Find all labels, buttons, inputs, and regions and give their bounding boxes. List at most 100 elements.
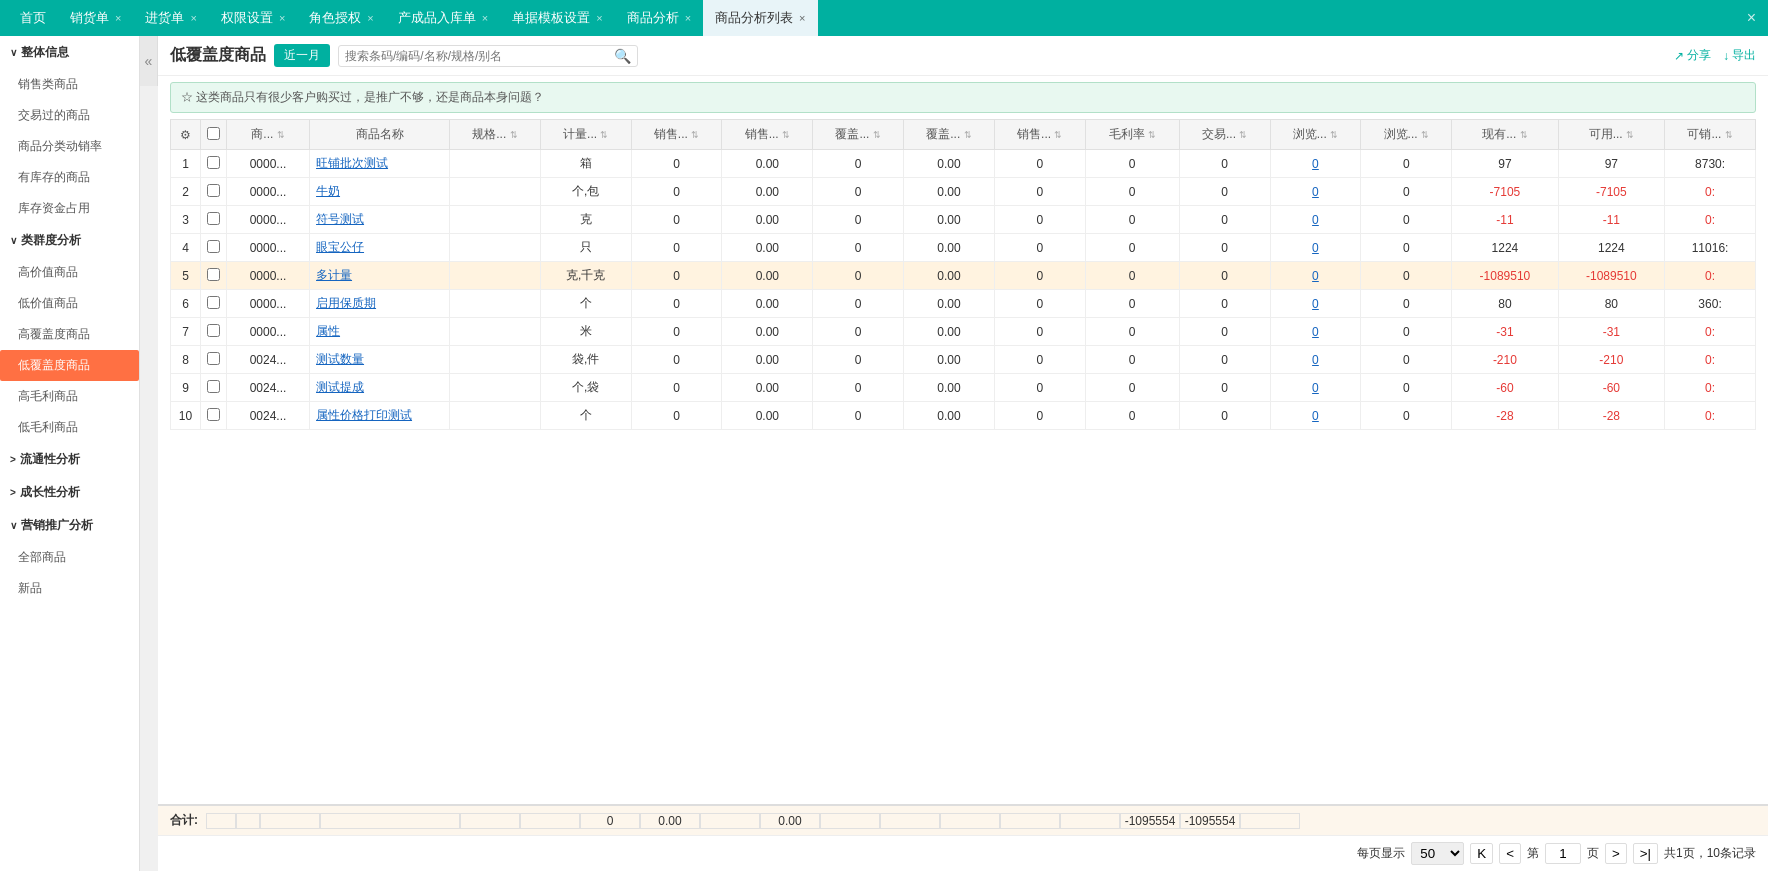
row-checkbox[interactable] <box>201 402 227 430</box>
row-br1[interactable]: 0 <box>1270 234 1361 262</box>
nav-role[interactable]: 角色授权 × <box>297 0 385 36</box>
row-saleable: 0: <box>1665 374 1756 402</box>
close-icon[interactable]: × <box>596 12 602 24</box>
col-sales-amt[interactable]: 销售... ⇅ <box>722 120 813 150</box>
row-name[interactable]: 属性 <box>310 318 450 346</box>
col-browse1[interactable]: 浏览... ⇅ <box>1270 120 1361 150</box>
search-input[interactable] <box>345 49 614 63</box>
row-name[interactable]: 符号测试 <box>310 206 450 234</box>
col-spec[interactable]: 规格... ⇅ <box>450 120 541 150</box>
col-code[interactable]: 商... ⇅ <box>227 120 310 150</box>
row-checkbox[interactable] <box>201 374 227 402</box>
sidebar-section-marketing[interactable]: ∨ 营销推广分析 <box>0 509 139 542</box>
col-browse2[interactable]: 浏览... ⇅ <box>1361 120 1452 150</box>
col-unit[interactable]: 计量... ⇅ <box>540 120 631 150</box>
row-name[interactable]: 多计量 <box>310 262 450 290</box>
row-name[interactable]: 旺铺批次测试 <box>310 150 450 178</box>
row-br1[interactable]: 0 <box>1270 262 1361 290</box>
sidebar-item-all-goods[interactable]: 全部商品 <box>0 542 139 573</box>
search-icon[interactable]: 🔍 <box>614 48 631 64</box>
col-settings[interactable]: ⚙ <box>171 120 201 150</box>
close-all-tabs-button[interactable]: × <box>1747 9 1756 27</box>
sidebar-item-low-coverage[interactable]: 低覆盖度商品 <box>0 350 139 381</box>
row-br1[interactable]: 0 <box>1270 374 1361 402</box>
prev-page-button[interactable]: < <box>1499 843 1521 864</box>
sidebar-item-stock-capital[interactable]: 库存资金占用 <box>0 193 139 224</box>
row-br1[interactable]: 0 <box>1270 346 1361 374</box>
select-all-checkbox[interactable] <box>207 127 220 140</box>
close-icon[interactable]: × <box>367 12 373 24</box>
sidebar-section-liquidity[interactable]: > 流通性分析 <box>0 443 139 476</box>
row-br1[interactable]: 0 <box>1270 150 1361 178</box>
sidebar-item-new-goods[interactable]: 新品 <box>0 573 139 604</box>
col-cov2[interactable]: 覆盖... ⇅ <box>904 120 995 150</box>
col-cov1[interactable]: 覆盖... ⇅ <box>813 120 904 150</box>
nav-template[interactable]: 单据模板设置 × <box>500 0 614 36</box>
sidebar-item-sales-goods[interactable]: 销售类商品 <box>0 69 139 100</box>
sidebar-item-stock-goods[interactable]: 有库存的商品 <box>0 162 139 193</box>
row-name[interactable]: 启用保质期 <box>310 290 450 318</box>
sidebar-item-low-margin[interactable]: 低毛利商品 <box>0 412 139 443</box>
row-checkbox[interactable] <box>201 318 227 346</box>
row-br1[interactable]: 0 <box>1270 206 1361 234</box>
last-page-button[interactable]: >| <box>1633 843 1658 864</box>
close-icon[interactable]: × <box>279 12 285 24</box>
row-name[interactable]: 测试提成 <box>310 374 450 402</box>
row-checkbox[interactable] <box>201 346 227 374</box>
sidebar-section-overall[interactable]: ∨ 整体信息 <box>0 36 139 69</box>
export-button[interactable]: ↓ 导出 <box>1723 47 1756 64</box>
sidebar-item-high-margin[interactable]: 高毛利商品 <box>0 381 139 412</box>
row-checkbox[interactable] <box>201 178 227 206</box>
row-checkbox[interactable] <box>201 206 227 234</box>
nav-purchase[interactable]: 进货单 × <box>133 0 208 36</box>
row-trade: 0 <box>1179 374 1270 402</box>
next-page-button[interactable]: > <box>1605 843 1627 864</box>
sidebar-item-high-value[interactable]: 高价值商品 <box>0 257 139 288</box>
col-current[interactable]: 现有... ⇅ <box>1452 120 1558 150</box>
row-name[interactable]: 属性价格打印测试 <box>310 402 450 430</box>
row-br1[interactable]: 0 <box>1270 402 1361 430</box>
sidebar-item-high-coverage[interactable]: 高覆盖度商品 <box>0 319 139 350</box>
col-name[interactable]: 商品名称 <box>310 120 450 150</box>
sidebar-item-category-rate[interactable]: 商品分类动销率 <box>0 131 139 162</box>
sidebar-section-cluster[interactable]: ∨ 类群度分析 <box>0 224 139 257</box>
nav-permission[interactable]: 权限设置 × <box>209 0 297 36</box>
close-icon[interactable]: × <box>190 12 196 24</box>
row-saleable: 8730: <box>1665 150 1756 178</box>
row-br1[interactable]: 0 <box>1270 318 1361 346</box>
row-br1[interactable]: 0 <box>1270 178 1361 206</box>
row-name[interactable]: 眼宝公仔 <box>310 234 450 262</box>
close-icon[interactable]: × <box>115 12 121 24</box>
row-checkbox[interactable] <box>201 150 227 178</box>
nav-product-analysis-list[interactable]: 商品分析列表 × <box>703 0 817 36</box>
per-page-select[interactable]: 50 20 100 <box>1411 842 1464 865</box>
sidebar-item-low-value[interactable]: 低价值商品 <box>0 288 139 319</box>
table-container[interactable]: ⚙ 商... ⇅ 商品名称 规格... ⇅ 计量... ⇅ 销售... ⇅ 销售… <box>158 119 1768 804</box>
close-icon[interactable]: × <box>685 12 691 24</box>
sidebar-collapse-button[interactable]: « <box>140 36 158 86</box>
col-available[interactable]: 可用... ⇅ <box>1558 120 1664 150</box>
col-saleable[interactable]: 可销... ⇅ <box>1665 120 1756 150</box>
date-filter-button[interactable]: 近一月 <box>274 44 330 67</box>
row-name[interactable]: 牛奶 <box>310 178 450 206</box>
sidebar-item-traded-goods[interactable]: 交易过的商品 <box>0 100 139 131</box>
row-checkbox[interactable] <box>201 262 227 290</box>
nav-product-stock[interactable]: 产成品入库单 × <box>386 0 500 36</box>
col-sales3[interactable]: 销售... ⇅ <box>994 120 1085 150</box>
close-icon[interactable]: × <box>799 12 805 24</box>
first-page-button[interactable]: K <box>1470 843 1493 864</box>
row-br1[interactable]: 0 <box>1270 290 1361 318</box>
nav-product-analysis[interactable]: 商品分析 × <box>615 0 703 36</box>
row-checkbox[interactable] <box>201 234 227 262</box>
nav-home[interactable]: 首页 <box>8 0 58 36</box>
row-checkbox[interactable] <box>201 290 227 318</box>
col-trade[interactable]: 交易... ⇅ <box>1179 120 1270 150</box>
col-sales-qty[interactable]: 销售... ⇅ <box>631 120 722 150</box>
col-gross-rate[interactable]: 毛利率 ⇅ <box>1085 120 1179 150</box>
row-name[interactable]: 测试数量 <box>310 346 450 374</box>
page-number-input[interactable] <box>1545 843 1581 864</box>
close-icon[interactable]: × <box>482 12 488 24</box>
share-button[interactable]: ↗ 分享 <box>1674 47 1711 64</box>
nav-sales-order[interactable]: 销货单 × <box>58 0 133 36</box>
sidebar-section-growth[interactable]: > 成长性分析 <box>0 476 139 509</box>
